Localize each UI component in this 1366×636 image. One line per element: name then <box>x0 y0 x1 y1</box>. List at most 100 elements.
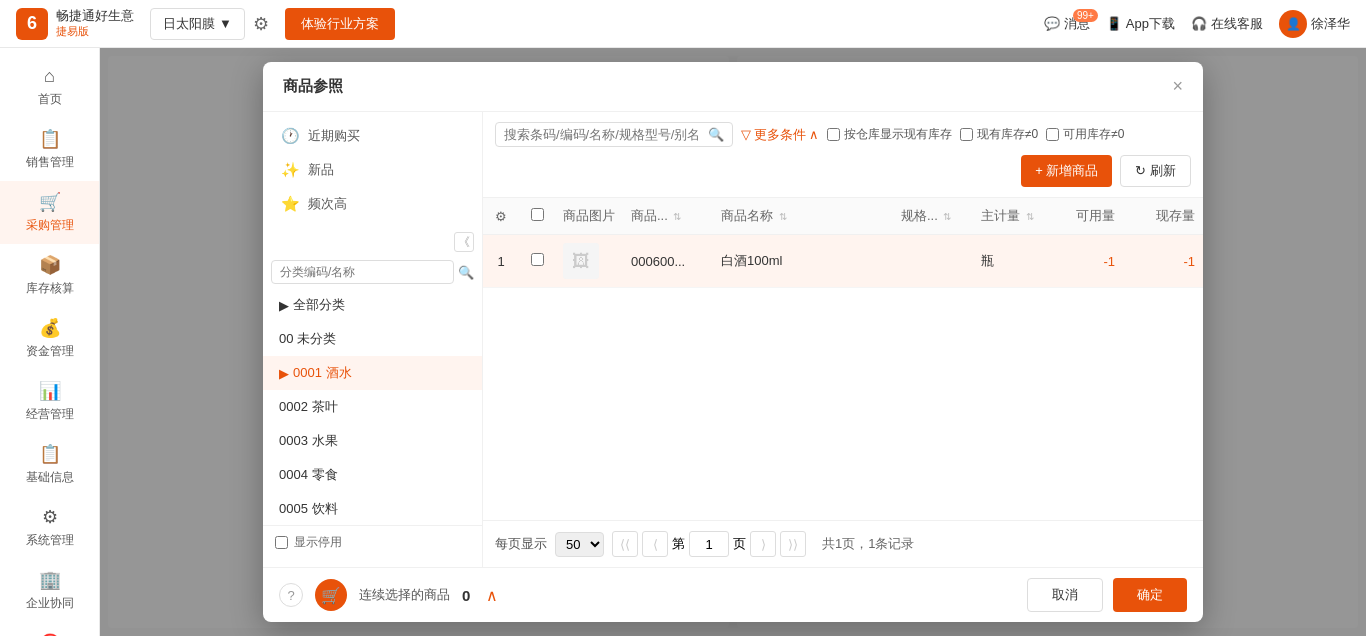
product-table-wrap: ⚙ 商品图片 商品... <box>483 197 1203 520</box>
user-profile[interactable]: 👤 徐泽华 <box>1279 10 1350 38</box>
check-warehouse-checkbox[interactable] <box>827 128 840 141</box>
next-page-btn[interactable]: ⟩ <box>750 531 776 557</box>
help-button[interactable]: ? <box>279 583 303 607</box>
messages-badge: 99+ <box>1073 9 1098 22</box>
page-input[interactable] <box>689 531 729 557</box>
category-all[interactable]: ▶ 全部分类 <box>263 288 482 322</box>
category-0004[interactable]: 0004 零食 <box>263 458 482 492</box>
left-tabs: 🕐 近期购买 ✨ 新品 ⭐ 频次高 <box>263 120 482 220</box>
page-label: 第 <box>672 535 685 553</box>
col-unit-header[interactable]: 主计量 ⇅ <box>973 198 1043 235</box>
col-name-header[interactable]: 商品名称 ⇅ <box>713 198 893 235</box>
sidebar-item-system[interactable]: ⚙ 系统管理 <box>0 496 99 559</box>
product-search-input[interactable] <box>504 127 704 142</box>
sidebar-label-basic: 基础信息 <box>26 469 74 486</box>
cancel-button[interactable]: 取消 <box>1027 578 1103 612</box>
row-checkbox-cell <box>519 235 555 288</box>
footer-actions: 取消 确定 <box>1027 578 1187 612</box>
gear-icon[interactable]: ⚙ <box>253 13 269 35</box>
sidebar-label-home: 首页 <box>38 91 62 108</box>
modal-header: 商品参照 × <box>263 62 1203 112</box>
check-usable-stock-label[interactable]: 可用库存≠0 <box>1046 126 1124 143</box>
col-stock-header[interactable]: 现存量 <box>1123 198 1203 235</box>
cart-count: 0 <box>462 587 470 604</box>
tab-frequent[interactable]: ⭐ 频次高 <box>271 188 474 220</box>
category-0005[interactable]: 0005 饮料 <box>263 492 482 525</box>
per-page-label: 每页显示 <box>495 535 547 553</box>
sidebar-item-sales[interactable]: 📋 销售管理 <box>0 118 99 181</box>
col-check <box>519 198 555 235</box>
expand-icon: ▶ <box>279 298 289 313</box>
check-current-stock-checkbox[interactable] <box>960 128 973 141</box>
check-usable-stock-checkbox[interactable] <box>1046 128 1059 141</box>
sidebar-item-inventory[interactable]: 📦 库存核算 <box>0 244 99 307</box>
collapse-panel-button[interactable]: 《 <box>454 232 474 252</box>
online-service-btn[interactable]: 🎧 在线客服 <box>1191 15 1263 33</box>
row-checkbox[interactable] <box>531 253 544 266</box>
confirm-button[interactable]: 确定 <box>1113 578 1187 612</box>
basic-icon: 📋 <box>39 443 61 465</box>
frequent-icon: ⭐ <box>281 195 300 213</box>
messages-btn[interactable]: 💬 消息 99+ <box>1044 15 1090 33</box>
sidebar-item-operations[interactable]: 📊 经营管理 <box>0 370 99 433</box>
sidebar-item-finance[interactable]: 💰 资金管理 <box>0 307 99 370</box>
select-all-checkbox[interactable] <box>531 208 544 221</box>
sidebar-item-basic[interactable]: 📋 基础信息 <box>0 433 99 496</box>
table-toolbar: 🔍 ▽ 更多条件 ∧ 按仓库显示现有库存 <box>483 112 1203 197</box>
search-icon[interactable]: 🔍 <box>708 127 724 142</box>
category-00[interactable]: 00 未分类 <box>263 322 482 356</box>
sidebar-item-purchase[interactable]: 🛒 采购管理 <box>0 181 99 244</box>
logo-sub: 捷易版 <box>56 24 134 39</box>
check-warehouse-label[interactable]: 按仓库显示现有库存 <box>827 126 952 143</box>
main-area: 商品参照 × 🕐 近期购买 ✨ <box>100 48 1366 636</box>
last-page-btn[interactable]: ⟩⟩ <box>780 531 806 557</box>
experience-btn[interactable]: 体验行业方案 <box>285 8 395 40</box>
chevron-down-icon: ▼ <box>219 16 232 31</box>
tab-new[interactable]: ✨ 新品 <box>271 154 474 186</box>
category-0003[interactable]: 0003 水果 <box>263 424 482 458</box>
modal-close-button[interactable]: × <box>1172 76 1183 97</box>
row-num: 1 <box>483 235 519 288</box>
sidebar-item-enterprise[interactable]: 🏢 企业协同 <box>0 559 99 622</box>
top-nav: 6 畅捷通好生意 捷易版 日太阳膜 ▼ ⚙ 体验行业方案 💬 消息 99+ 📱 … <box>0 0 1366 48</box>
category-search-icon[interactable]: 🔍 <box>458 265 474 280</box>
modal-footer: ? 🛒 连续选择的商品 0 ∧ 取消 确定 <box>263 567 1203 622</box>
modal: 商品参照 × 🕐 近期购买 ✨ <box>263 62 1203 622</box>
show-disabled-checkbox[interactable] <box>275 536 288 549</box>
category-0001[interactable]: ▶ 0001 酒水 <box>263 356 482 390</box>
nav-right: 💬 消息 99+ 📱 App下载 🎧 在线客服 👤 徐泽华 <box>1044 10 1350 38</box>
col-code-header[interactable]: 商品... ⇅ <box>623 198 713 235</box>
add-product-btn[interactable]: + 新增商品 <box>1021 155 1112 187</box>
filter-more-btn[interactable]: ▽ 更多条件 ∧ <box>741 126 819 144</box>
logo-name: 畅捷通好生意 <box>56 8 134 25</box>
col-avail-header[interactable]: 可用量 <box>1043 198 1123 235</box>
per-page-select[interactable]: 50 <box>555 532 604 557</box>
prev-page-btn[interactable]: ⟨ <box>642 531 668 557</box>
category-0002[interactable]: 0002 茶叶 <box>263 390 482 424</box>
col-settings[interactable]: ⚙ <box>483 198 519 235</box>
refresh-btn[interactable]: ↻ 刷新 <box>1120 155 1191 187</box>
sidebar-label-system: 系统管理 <box>26 532 74 549</box>
collapse-footer-btn[interactable]: ∧ <box>486 586 498 605</box>
row-spec <box>893 235 973 288</box>
message-icon: 💬 <box>1044 16 1060 31</box>
filter-icon: ▽ <box>741 127 751 142</box>
cart-icon[interactable]: 🛒 <box>315 579 347 611</box>
sidebar-item-guide[interactable]: 🎯 新手引导 <box>0 622 99 636</box>
nav-dropdown[interactable]: 日太阳膜 ▼ <box>150 8 245 40</box>
purchase-icon: 🛒 <box>39 191 61 213</box>
first-page-btn[interactable]: ⟨⟨ <box>612 531 638 557</box>
app-download-btn[interactable]: 📱 App下载 <box>1106 15 1175 33</box>
row-stock: -1 <box>1123 235 1203 288</box>
layout: ⌂ 首页 📋 销售管理 🛒 采购管理 📦 库存核算 💰 资金管理 📊 经营管理 … <box>0 48 1366 636</box>
col-spec-header[interactable]: 规格... ⇅ <box>893 198 973 235</box>
image-icon: 🖼 <box>572 251 590 272</box>
sort-unit-icon: ⇅ <box>1026 211 1034 222</box>
tab-recent[interactable]: 🕐 近期购买 <box>271 120 474 152</box>
category-search-input[interactable] <box>271 260 454 284</box>
table-row[interactable]: 1 🖼 <box>483 235 1203 288</box>
check-current-stock-label[interactable]: 现有库存≠0 <box>960 126 1038 143</box>
logo-icon: 6 <box>16 8 48 40</box>
right-panel: 🔍 ▽ 更多条件 ∧ 按仓库显示现有库存 <box>483 112 1203 567</box>
sidebar-item-home[interactable]: ⌂ 首页 <box>0 56 99 118</box>
